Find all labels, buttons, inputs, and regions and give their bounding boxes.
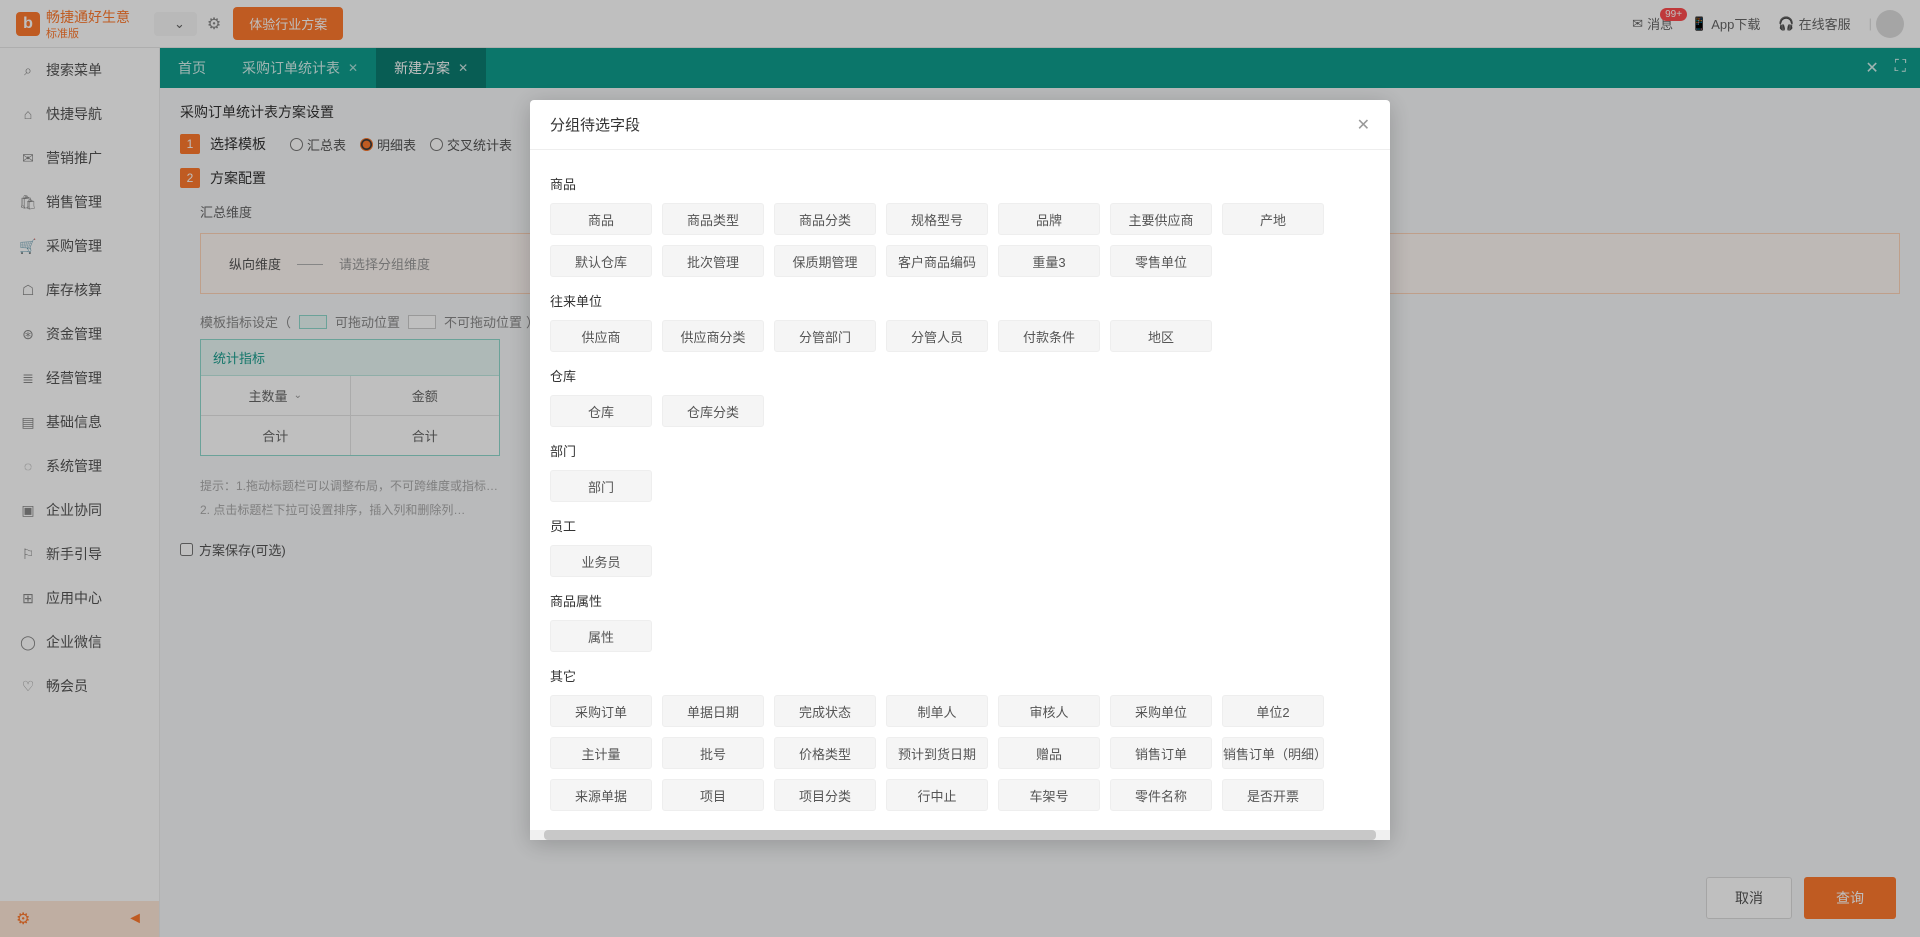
field-chip[interactable]: 审核人 [998,695,1100,727]
field-chip[interactable]: 产地 [1222,203,1324,235]
chips-row: 采购订单单据日期完成状态制单人审核人采购单位单位2 主计量批号价格类型预计到货日期… [550,695,1370,811]
scrollbar-thumb[interactable] [544,830,1376,840]
field-chip[interactable]: 项目 [662,779,764,811]
field-chip[interactable]: 完成状态 [774,695,876,727]
field-chip[interactable]: 主要供应商 [1110,203,1212,235]
field-chip[interactable]: 默认仓库 [550,245,652,277]
field-chip[interactable]: 价格类型 [774,737,876,769]
field-chip[interactable]: 付款条件 [998,320,1100,352]
field-chip[interactable]: 商品分类 [774,203,876,235]
field-chip[interactable]: 主计量 [550,737,652,769]
chips-row: 仓库仓库分类 [550,395,1370,427]
field-chip[interactable]: 地区 [1110,320,1212,352]
field-chip[interactable]: 来源单据 [550,779,652,811]
field-chip[interactable]: 车架号 [998,779,1100,811]
field-group-2: 仓库仓库仓库分类 [550,366,1370,427]
field-chip[interactable]: 制单人 [886,695,988,727]
field-group-4: 员工业务员 [550,516,1370,577]
group-title: 往来单位 [550,291,1370,310]
field-group-1: 往来单位供应商供应商分类分管部门分管人员付款条件地区 [550,291,1370,352]
field-chip[interactable]: 供应商 [550,320,652,352]
field-chip[interactable]: 品牌 [998,203,1100,235]
field-chip[interactable]: 预计到货日期 [886,737,988,769]
chips-row: 供应商供应商分类分管部门分管人员付款条件地区 [550,320,1370,352]
field-chip[interactable]: 规格型号 [886,203,988,235]
field-chip[interactable]: 部门 [550,470,652,502]
field-chip[interactable]: 批次管理 [662,245,764,277]
field-chip[interactable]: 采购订单 [550,695,652,727]
field-chip[interactable]: 单位2 [1222,695,1324,727]
field-chip[interactable]: 供应商分类 [662,320,764,352]
group-title: 商品 [550,174,1370,193]
field-group-3: 部门部门 [550,441,1370,502]
modal-header: 分组待选字段 ✕ [530,100,1390,150]
field-chip[interactable]: 分管部门 [774,320,876,352]
field-chip[interactable]: 客户商品编码 [886,245,988,277]
field-group-0: 商品商品商品类型商品分类规格型号品牌主要供应商产地默认仓库批次管理保质期管理客户… [550,174,1370,277]
field-chip[interactable]: 商品 [550,203,652,235]
field-chip[interactable]: 商品类型 [662,203,764,235]
modal-close-icon[interactable]: ✕ [1357,115,1370,135]
field-chip[interactable]: 项目分类 [774,779,876,811]
field-chip[interactable]: 销售订单 [1110,737,1212,769]
modal-title: 分组待选字段 [550,114,640,135]
group-title: 仓库 [550,366,1370,385]
field-chip[interactable]: 零件名称 [1110,779,1212,811]
modal-horizontal-scrollbar[interactable] [530,830,1390,840]
field-chip[interactable]: 单据日期 [662,695,764,727]
field-group-6: 其它采购订单单据日期完成状态制单人审核人采购单位单位2 主计量批号价格类型预计到货… [550,666,1370,811]
field-picker-modal: 分组待选字段 ✕ 商品商品商品类型商品分类规格型号品牌主要供应商产地默认仓库批次… [530,100,1390,840]
group-title: 商品属性 [550,591,1370,610]
modal-body: 商品商品商品类型商品分类规格型号品牌主要供应商产地默认仓库批次管理保质期管理客户… [530,150,1390,826]
group-title: 员工 [550,516,1370,535]
field-chip[interactable]: 业务员 [550,545,652,577]
field-chip[interactable]: 零售单位 [1110,245,1212,277]
field-chip[interactable]: 采购单位 [1110,695,1212,727]
group-title: 其它 [550,666,1370,685]
field-chip[interactable]: 属性 [550,620,652,652]
field-chip[interactable]: 仓库分类 [662,395,764,427]
field-chip[interactable]: 分管人员 [886,320,988,352]
field-chip[interactable]: 赠品 [998,737,1100,769]
field-chip[interactable]: 保质期管理 [774,245,876,277]
field-group-5: 商品属性属性 [550,591,1370,652]
field-chip[interactable]: 是否开票 [1222,779,1324,811]
field-chip[interactable]: 重量3 [998,245,1100,277]
field-chip[interactable]: 批号 [662,737,764,769]
group-title: 部门 [550,441,1370,460]
field-chip[interactable]: 销售订单（明细） [1222,737,1324,769]
chips-row: 商品商品类型商品分类规格型号品牌主要供应商产地默认仓库批次管理保质期管理客户商品… [550,203,1370,277]
modal-mask: 分组待选字段 ✕ 商品商品商品类型商品分类规格型号品牌主要供应商产地默认仓库批次… [0,0,1920,937]
chips-row: 属性 [550,620,1370,652]
field-chip[interactable]: 仓库 [550,395,652,427]
chips-row: 业务员 [550,545,1370,577]
chips-row: 部门 [550,470,1370,502]
field-chip[interactable]: 行中止 [886,779,988,811]
